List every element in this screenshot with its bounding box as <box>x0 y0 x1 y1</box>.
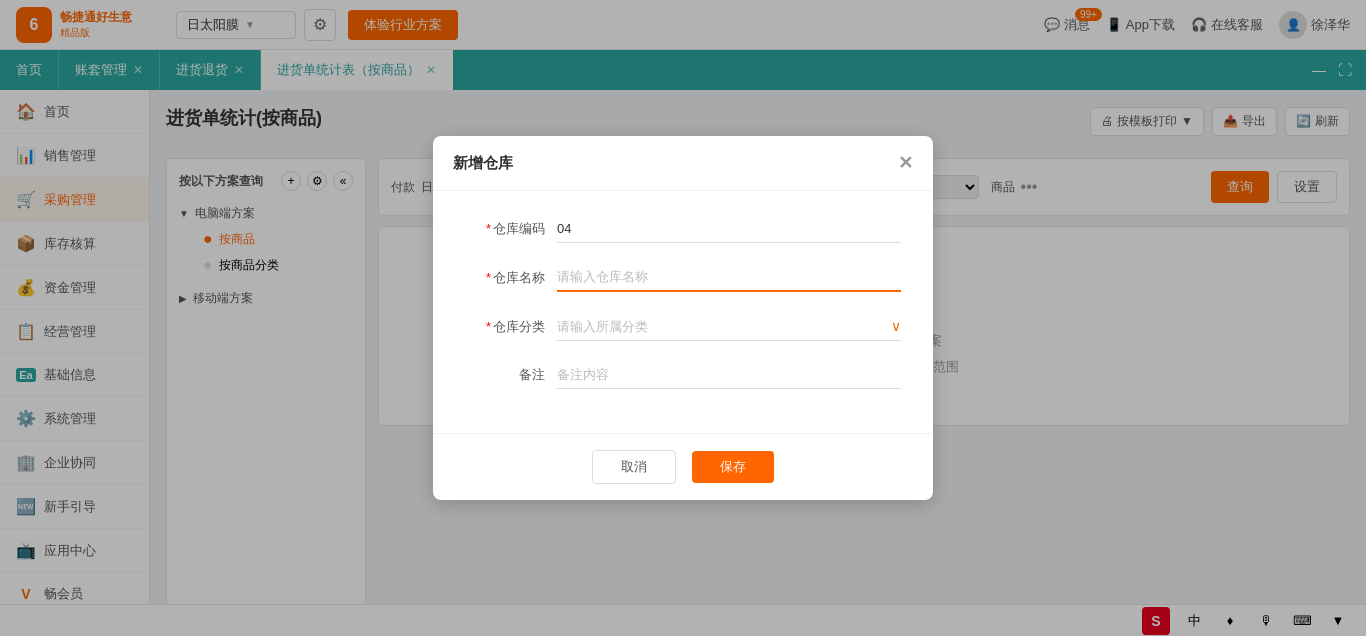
category-dropdown-arrow-icon[interactable]: ∨ <box>891 318 901 334</box>
warehouse-category-label: *仓库分类 <box>465 318 545 336</box>
save-button[interactable]: 保存 <box>692 451 774 483</box>
warehouse-name-label: *仓库名称 <box>465 269 545 287</box>
warehouse-category-input[interactable] <box>557 319 891 334</box>
warehouse-name-input[interactable] <box>557 263 901 292</box>
remark-input[interactable] <box>557 361 901 389</box>
warehouse-code-input[interactable] <box>557 215 901 243</box>
warehouse-name-row: *仓库名称 <box>465 263 901 292</box>
new-warehouse-modal: 新增仓库 ✕ *仓库编码 *仓库名称 *仓库分类 <box>433 136 933 500</box>
modal-body: *仓库编码 *仓库名称 *仓库分类 ∨ <box>433 191 933 433</box>
cancel-button[interactable]: 取消 <box>592 450 676 484</box>
warehouse-category-select[interactable]: ∨ <box>557 312 901 341</box>
remark-row: 备注 <box>465 361 901 389</box>
modal-header: 新增仓库 ✕ <box>433 136 933 191</box>
warehouse-category-row: *仓库分类 ∨ <box>465 312 901 341</box>
modal-footer: 取消 保存 <box>433 433 933 500</box>
warehouse-code-row: *仓库编码 <box>465 215 901 243</box>
modal-title: 新增仓库 <box>453 154 513 173</box>
modal-close-button[interactable]: ✕ <box>898 152 913 174</box>
modal-overlay[interactable]: 新增仓库 ✕ *仓库编码 *仓库名称 *仓库分类 <box>0 0 1366 636</box>
remark-label: 备注 <box>465 366 545 384</box>
warehouse-code-label: *仓库编码 <box>465 220 545 238</box>
